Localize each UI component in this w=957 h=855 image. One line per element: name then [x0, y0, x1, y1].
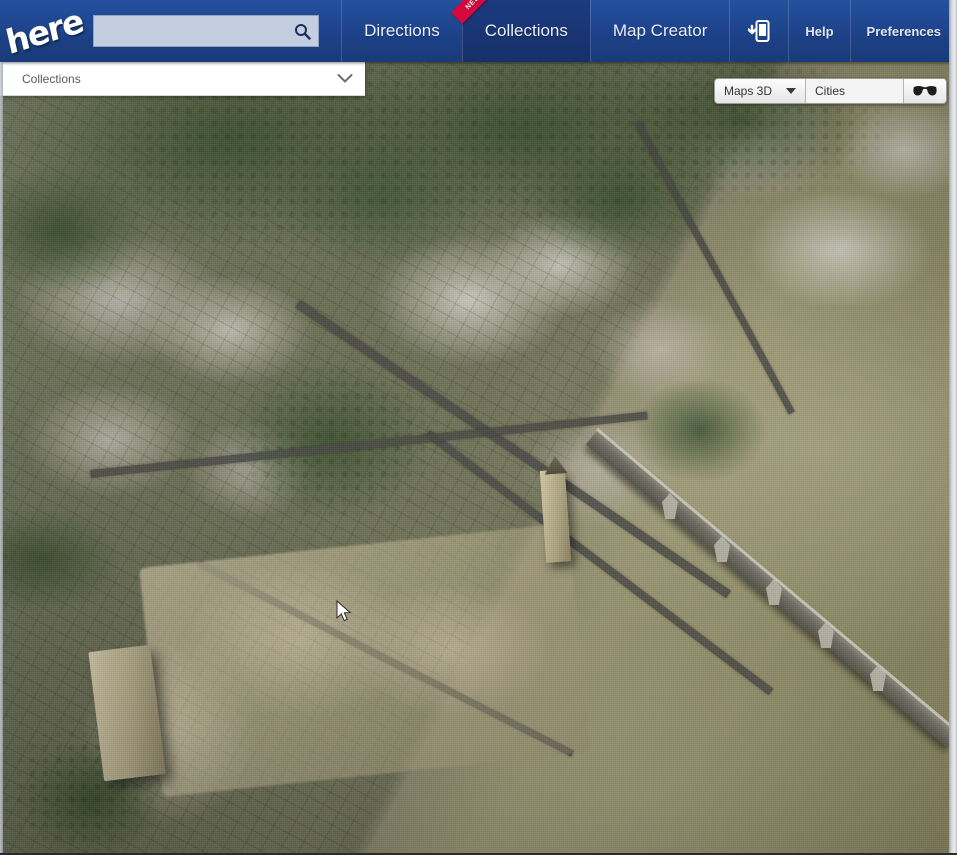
- header-right-group: Help Preferences: [730, 0, 957, 62]
- here-wordmark: here: [2, 0, 87, 62]
- search-icon[interactable]: [292, 21, 312, 41]
- search-input[interactable]: [94, 16, 319, 46]
- main-nav: Directions NEW Collections Map Creator: [341, 0, 731, 62]
- 3d-glasses-icon[interactable]: [904, 79, 946, 103]
- map-mode-value: Maps 3D: [723, 84, 772, 98]
- nav-tab-label: Collections: [484, 21, 568, 40]
- cities-input[interactable]: [815, 84, 894, 98]
- search-container: [89, 0, 320, 62]
- here-logo[interactable]: here: [0, 0, 89, 62]
- collections-panel-label: Collections: [22, 71, 81, 86]
- caret-down-icon[interactable]: [786, 84, 796, 98]
- map-canvas[interactable]: [0, 0, 957, 855]
- map-control-bar: Maps 3D: [713, 78, 947, 104]
- collections-panel[interactable]: Collections: [0, 62, 365, 96]
- nav-tab-collections[interactable]: NEW Collections: [450, 0, 590, 62]
- nav-tab-label: Directions: [364, 21, 440, 40]
- top-navigation-bar: here Directions NEW Collections Map Crea…: [0, 0, 957, 62]
- nav-tab-label: Map Creator: [612, 21, 708, 40]
- chevron-down-icon[interactable]: [337, 73, 353, 84]
- search-box[interactable]: [93, 15, 320, 47]
- nav-tab-directions[interactable]: Directions: [341, 0, 462, 62]
- header-link-label: Preferences: [866, 23, 941, 39]
- map-mode-select[interactable]: Maps 3D: [715, 79, 806, 103]
- send-to-phone-icon[interactable]: [730, 0, 788, 62]
- header-link-help[interactable]: Help: [788, 0, 849, 62]
- app-window: here Directions NEW Collections Map Crea…: [0, 0, 957, 855]
- header-link-preferences[interactable]: Preferences: [849, 0, 957, 62]
- nav-tab-map-creator[interactable]: Map Creator: [589, 0, 731, 62]
- cities-field[interactable]: [806, 79, 904, 103]
- window-left-border: [0, 62, 3, 855]
- map-grain: [0, 0, 957, 855]
- header-link-label: Help: [805, 23, 834, 39]
- window-scrollbar[interactable]: [949, 0, 957, 855]
